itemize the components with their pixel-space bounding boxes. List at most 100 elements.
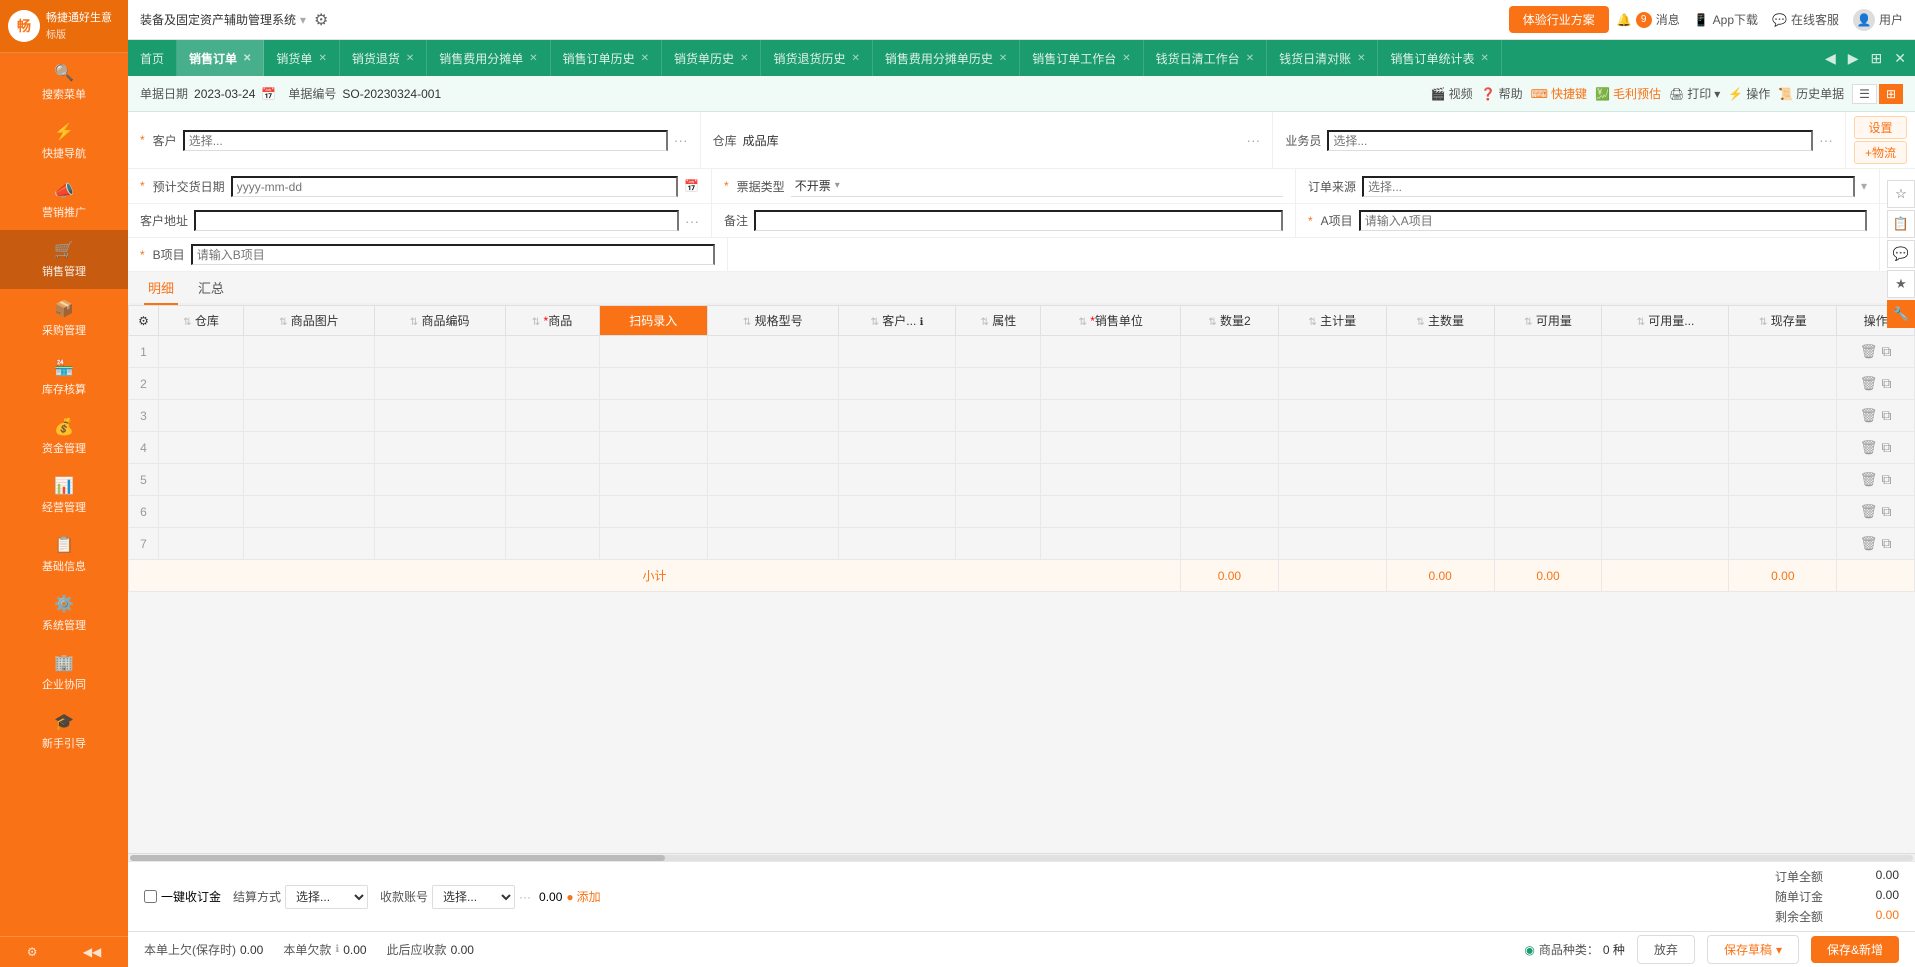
tab-close-icon[interactable]: ✕ [1481, 53, 1489, 64]
sidebar-settings-btn[interactable]: ⚙ [27, 945, 38, 959]
row-copy-btn[interactable]: ⧉ [1882, 535, 1892, 552]
tab-close-icon[interactable]: ✕ [406, 53, 414, 64]
tab-expand-btn[interactable]: ⊞ [1866, 48, 1888, 69]
row-copy-btn[interactable]: ⧉ [1882, 343, 1892, 360]
settings-gear-icon[interactable]: ⚙ [314, 10, 328, 30]
tab-reconciliation[interactable]: 钱货日清对账 ✕ [1267, 40, 1378, 76]
right-icon-3[interactable]: 💬 [1887, 240, 1915, 268]
history-action[interactable]: 📜 历史单据 [1778, 85, 1844, 102]
row-delete-btn[interactable]: 🗑 [1860, 503, 1878, 520]
industry-solution-button[interactable]: 体验行业方案 [1509, 6, 1609, 33]
save-new-button[interactable]: 保存&新增 [1811, 936, 1899, 963]
online-service-group[interactable]: 💬 在线客服 [1772, 11, 1839, 28]
b-project-input[interactable] [191, 244, 716, 265]
row-copy-btn[interactable]: ⧉ [1882, 375, 1892, 392]
list-view-btn[interactable]: ☰ [1852, 84, 1877, 104]
tab-expense-history[interactable]: 销售费用分摊单历史 ✕ [873, 40, 1020, 76]
right-icon-2[interactable]: 📋 [1887, 210, 1915, 238]
sidebar-item-enterprise[interactable]: 🏢 企业协同 [0, 643, 128, 702]
sidebar-item-search[interactable]: 🔍 搜索菜单 [0, 53, 128, 112]
tab-statistics[interactable]: 销售订单统计表 ✕ [1378, 40, 1501, 76]
tab-prev-btn[interactable]: ◀ [1820, 48, 1841, 69]
tab-close-icon[interactable]: ✕ [740, 53, 748, 64]
settings-btn[interactable]: 设置 [1854, 116, 1907, 139]
tab-sales-invoice[interactable]: 销货单 ✕ [264, 40, 339, 76]
sidebar-item-system[interactable]: ⚙️ 系统管理 [0, 584, 128, 643]
sidebar-collapse-btn[interactable]: ◀◀ [83, 945, 101, 959]
row-delete-btn[interactable]: 🗑 [1860, 471, 1878, 488]
row-delete-btn[interactable]: 🗑 [1860, 439, 1878, 456]
tab-return-history[interactable]: 销货退货历史 ✕ [761, 40, 872, 76]
sidebar-item-purchase[interactable]: 📦 采购管理 [0, 289, 128, 348]
address-expand-icon[interactable]: ··· [685, 213, 699, 229]
tab-close-all-btn[interactable]: ✕ [1889, 48, 1911, 69]
tab-close-icon[interactable]: ✕ [1122, 53, 1130, 64]
tab-close-icon[interactable]: ✕ [851, 53, 859, 64]
grid-view-btn[interactable]: ⊞ [1879, 84, 1903, 104]
right-icon-4[interactable]: ★ [1887, 270, 1915, 298]
scrollbar-thumb[interactable] [130, 855, 665, 861]
tab-home[interactable]: 首页 [128, 40, 177, 76]
add-button[interactable]: ● 添加 [566, 888, 600, 905]
add-logistics-btn[interactable]: +物流 [1854, 141, 1907, 164]
salesperson-input[interactable] [1327, 130, 1813, 151]
sidebar-item-finance[interactable]: 💰 资金管理 [0, 407, 128, 466]
tab-close-icon[interactable]: ✕ [529, 53, 537, 64]
detail-tab[interactable]: 明细 [144, 272, 178, 305]
operation-action[interactable]: ⚡ 操作 [1728, 85, 1770, 102]
row-delete-btn[interactable]: 🗑 [1860, 375, 1878, 392]
notification-group[interactable]: 🔔 9 消息 [1617, 11, 1680, 28]
print-action[interactable]: 🖨 打印 ▾ [1669, 85, 1720, 102]
tab-sales-return[interactable]: 销货退货 ✕ [340, 40, 427, 76]
sidebar-item-operations[interactable]: 📊 经营管理 [0, 466, 128, 525]
settlement-method-select[interactable]: 选择... [285, 885, 368, 909]
one-click-checkout-checkbox[interactable] [144, 890, 157, 903]
shortcut-action[interactable]: ⌨ 快捷键 [1531, 85, 1587, 102]
tab-workbench[interactable]: 销售订单工作台 ✕ [1020, 40, 1143, 76]
right-icon-5[interactable]: 🔧 [1887, 300, 1915, 328]
customer-input[interactable] [183, 130, 668, 151]
sidebar-item-marketing[interactable]: 📣 营销推广 [0, 171, 128, 230]
tab-close-icon[interactable]: ✕ [318, 53, 326, 64]
sidebar-item-inventory[interactable]: 🏪 库存核算 [0, 348, 128, 407]
tab-next-btn[interactable]: ▶ [1843, 48, 1864, 69]
row-copy-btn[interactable]: ⧉ [1882, 471, 1892, 488]
remark-input[interactable] [754, 210, 1283, 231]
row-copy-btn[interactable]: ⧉ [1882, 503, 1892, 520]
sidebar-item-guide[interactable]: 🎓 新手引导 [0, 702, 128, 761]
right-icon-1[interactable]: ☆ [1887, 180, 1915, 208]
address-input[interactable] [194, 210, 679, 231]
discard-button[interactable]: 放弃 [1637, 935, 1695, 964]
save-draft-button[interactable]: 保存草稿 ▾ [1707, 935, 1799, 964]
delivery-date-input[interactable] [231, 176, 678, 197]
col-settings[interactable]: ⚙ [129, 306, 159, 336]
horizontal-scrollbar[interactable] [128, 853, 1915, 861]
a-project-input[interactable] [1359, 210, 1867, 231]
tab-sales-history[interactable]: 销售订单历史 ✕ [551, 40, 662, 76]
tab-close-icon[interactable]: ✕ [1246, 53, 1254, 64]
row-copy-btn[interactable]: ⧉ [1882, 407, 1892, 424]
sidebar-item-quick-nav[interactable]: ⚡ 快捷导航 [0, 112, 128, 171]
tab-sales-expense[interactable]: 销售费用分摊单 ✕ [427, 40, 550, 76]
one-click-checkout-label[interactable]: 一键收订金 [144, 888, 221, 905]
profit-action[interactable]: 💹 毛利预估 [1595, 85, 1661, 102]
salesperson-expand-icon[interactable]: ··· [1819, 132, 1833, 148]
tab-close-icon[interactable]: ✕ [641, 53, 649, 64]
user-group[interactable]: 👤 用户 [1853, 9, 1903, 31]
sidebar-item-sales[interactable]: 🛒 销售管理 [0, 230, 128, 289]
receipt-expand-icon[interactable]: ··· [519, 890, 531, 904]
warehouse-expand-icon[interactable]: ··· [1246, 132, 1260, 148]
view-action[interactable]: 🎬 视频 [1431, 85, 1473, 102]
scrollbar-track[interactable] [130, 855, 1913, 861]
tab-sales-order[interactable]: 销售订单 ✕ [177, 40, 264, 76]
order-source-input[interactable] [1362, 176, 1855, 197]
row-delete-btn[interactable]: 🗑 [1860, 407, 1878, 424]
app-download-group[interactable]: 📱 App下载 [1694, 11, 1758, 28]
row-delete-btn[interactable]: 🗑 [1860, 343, 1878, 360]
tab-daily-clear[interactable]: 钱货日清工作台 ✕ [1144, 40, 1267, 76]
tab-close-icon[interactable]: ✕ [243, 53, 251, 64]
receipt-account-select[interactable]: 选择... [432, 885, 515, 909]
row-copy-btn[interactable]: ⧉ [1882, 439, 1892, 456]
tab-close-icon[interactable]: ✕ [1357, 53, 1365, 64]
summary-tab[interactable]: 汇总 [194, 272, 228, 305]
